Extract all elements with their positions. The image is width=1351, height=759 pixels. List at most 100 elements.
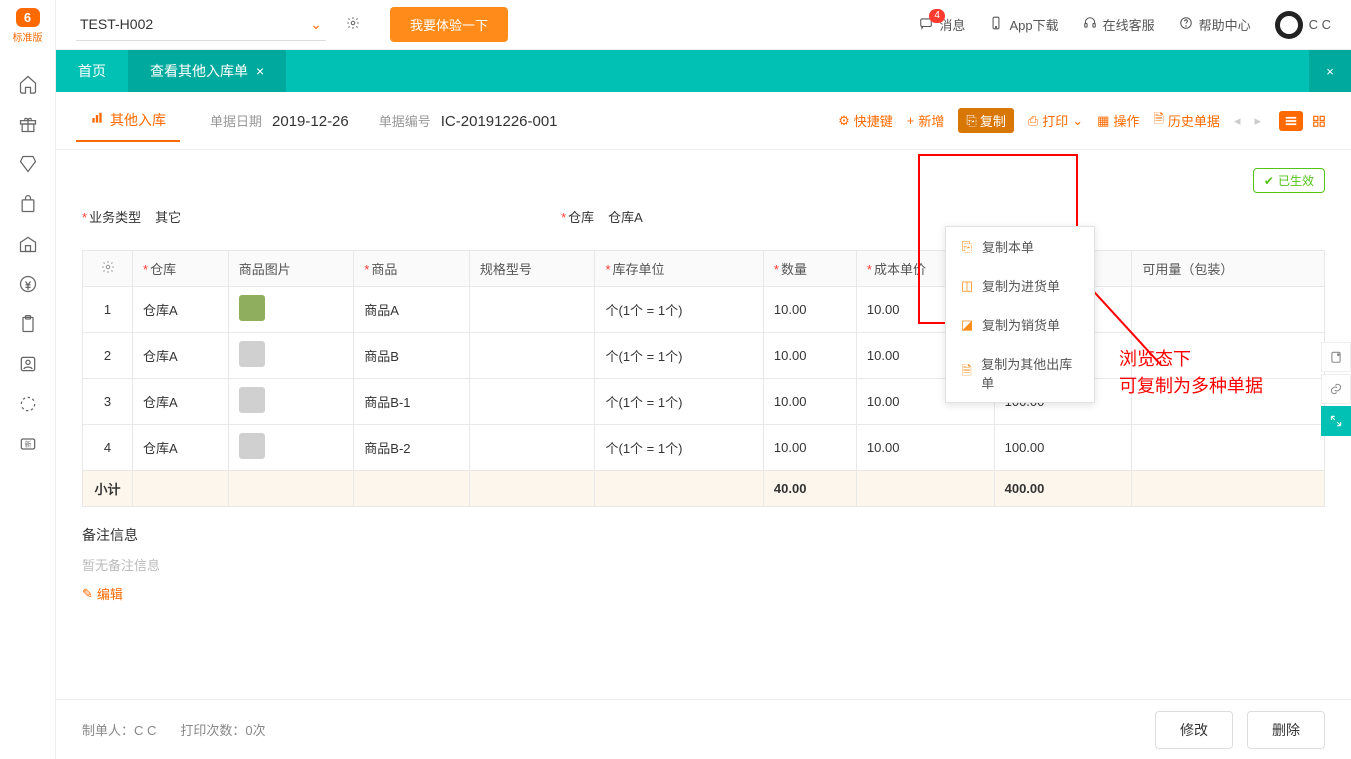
view-switch [1279, 111, 1331, 131]
sidebar-bag-icon[interactable] [8, 184, 48, 224]
topbar: TEST-H002 ⌄ 我要体验一下 消息 4 App下载 在线客服 [56, 0, 1351, 50]
table-row[interactable]: 4 仓库A 商品B-2 个(1个 = 1个) 10.00 10.00 100.0… [83, 425, 1325, 471]
close-icon[interactable]: × [256, 63, 264, 79]
copy-button[interactable]: ⎘ 复制 [958, 108, 1013, 133]
print-icon: ⎙ [1028, 113, 1038, 129]
history-button[interactable]: 🗎 历史单据 [1153, 110, 1219, 132]
chevron-down-icon: ⌄ [1072, 113, 1083, 129]
doc-date: 单据日期 2019-12-26 [210, 111, 349, 130]
sidebar: 6 标准版 新 [0, 0, 56, 759]
help-icon [1179, 16, 1193, 33]
sidebar-refresh-icon[interactable] [8, 384, 48, 424]
rail-note-icon[interactable] [1321, 342, 1351, 372]
print-button[interactable]: ⎙ 打印 ⌄ [1028, 111, 1083, 130]
sidebar-gift-icon[interactable] [8, 104, 48, 144]
content: 其他入库 单据日期 2019-12-26 单据编号 IC-20191226-00… [56, 92, 1351, 759]
biz-type-field: *业务类型 其它 [82, 207, 181, 226]
doc-code: 单据编号 IC-20191226-001 [379, 111, 558, 130]
copy-icon: ⎘ [966, 113, 976, 129]
sidebar-user-icon[interactable] [8, 344, 48, 384]
main: TEST-H002 ⌄ 我要体验一下 消息 4 App下载 在线客服 [56, 0, 1351, 759]
edit-remarks-button[interactable]: ✎ 编辑 [82, 584, 123, 603]
card-header: 其他入库 单据日期 2019-12-26 单据编号 IC-20191226-00… [56, 92, 1351, 150]
box-out-icon: ◪ [960, 318, 974, 332]
doc-icon: 🗎 [1153, 110, 1163, 132]
gear-icon: ⚙ [838, 113, 850, 129]
page-title: 其他入库 [110, 110, 166, 130]
list-view-button[interactable] [1279, 111, 1303, 131]
next-button[interactable]: ▸ [1254, 113, 1261, 129]
rail-expand-icon[interactable] [1321, 406, 1351, 436]
phone-icon [989, 16, 1003, 33]
experience-button[interactable]: 我要体验一下 [390, 7, 508, 42]
tab-home[interactable]: 首页 [56, 50, 128, 92]
sidebar-diamond-icon[interactable] [8, 144, 48, 184]
rail-link-icon[interactable] [1321, 374, 1351, 404]
headset-icon [1083, 16, 1097, 33]
dropdown-copy-this[interactable]: ⎘复制本单 [946, 227, 1094, 266]
sidebar-home-icon[interactable] [8, 64, 48, 104]
footer-info: 制单人：C C 打印次数：0次 [82, 720, 266, 739]
form-card: 其他入库 单据日期 2019-12-26 单据编号 IC-20191226-00… [56, 92, 1351, 759]
remarks-empty: 暂无备注信息 [82, 555, 1325, 574]
tenant-select[interactable]: TEST-H002 ⌄ [76, 9, 326, 41]
logo-icon: 6 [16, 8, 40, 27]
help-center-label: 帮助中心 [1199, 15, 1251, 34]
remarks-title: 备注信息 [82, 525, 1325, 545]
logo-text: 标准版 [13, 29, 43, 44]
page-title-tab[interactable]: 其他入库 [76, 100, 180, 142]
table-row[interactable]: 1 仓库A 商品A 个(1个 = 1个) 10.00 10.00 100.00 [83, 287, 1325, 333]
delete-button[interactable]: 删除 [1247, 711, 1325, 749]
card-view-button[interactable] [1307, 111, 1331, 131]
subtotal-row: 小计40.00400.00 [83, 471, 1325, 507]
close-all-tabs[interactable]: × [1309, 50, 1351, 92]
grid-icon: ▦ [1097, 113, 1109, 129]
product-thumbnail [239, 387, 265, 413]
logo[interactable]: 6 标准版 [10, 8, 46, 44]
operate-button[interactable]: ▦ 操作 [1097, 111, 1139, 130]
tabs-bar: 首页 查看其他入库单 × × [56, 50, 1351, 92]
copy-dropdown: ⎘复制本单 ◫复制为进货单 ◪复制为销货单 🗎复制为其他出库单 [945, 226, 1095, 403]
edit-icon: ✎ [82, 586, 93, 602]
dropdown-copy-other-out[interactable]: 🗎复制为其他出库单 [946, 344, 1094, 402]
user-menu[interactable]: C C [1275, 11, 1331, 39]
gear-icon[interactable] [346, 16, 360, 33]
modify-button[interactable]: 修改 [1155, 711, 1233, 749]
col-qty: *数量 [763, 251, 856, 287]
col-gear[interactable] [83, 251, 133, 287]
dropdown-copy-sales[interactable]: ◪复制为销货单 [946, 305, 1094, 344]
items-table: *仓库 商品图片 *商品 规格型号 *库存单位 *数量 *成本单价 *成本金额 … [82, 250, 1325, 507]
tab-current[interactable]: 查看其他入库单 × [128, 50, 286, 92]
col-spec: 规格型号 [469, 251, 595, 287]
warehouse-field: *仓库 仓库A [561, 207, 643, 226]
status-badge: ✔ 已生效 [1253, 168, 1325, 193]
help-center-button[interactable]: 帮助中心 [1179, 15, 1251, 34]
svg-text:新: 新 [24, 440, 31, 449]
sidebar-new-icon[interactable]: 新 [8, 424, 48, 464]
col-product: *商品 [354, 251, 470, 287]
table-row[interactable]: 3 仓库A 商品B-1 个(1个 = 1个) 10.00 10.00 100.0… [83, 379, 1325, 425]
plus-icon: + [907, 113, 915, 128]
app-download-label: App下载 [1009, 15, 1058, 34]
footer: 制单人：C C 打印次数：0次 修改 删除 [56, 699, 1351, 759]
check-icon: ✔ [1264, 174, 1274, 188]
app-download-button[interactable]: App下载 [989, 15, 1058, 34]
add-button[interactable]: + 新增 [907, 111, 945, 130]
shortcut-button[interactable]: ⚙ 快捷键 [838, 111, 893, 130]
right-rail [1321, 342, 1351, 436]
sidebar-warehouse-icon[interactable] [8, 224, 48, 264]
product-thumbnail [239, 433, 265, 459]
col-unit: *库存单位 [595, 251, 763, 287]
messages-badge: 4 [929, 9, 945, 23]
avatar [1275, 11, 1303, 39]
table-row[interactable]: 2 仓库A 商品B 个(1个 = 1个) 10.00 10.00 100.00 [83, 333, 1325, 379]
dropdown-copy-purchase[interactable]: ◫复制为进货单 [946, 266, 1094, 305]
messages-button[interactable]: 消息 4 [919, 15, 965, 34]
prev-button[interactable]: ◂ [1234, 113, 1241, 129]
col-stock: 可用量（包装） [1132, 251, 1325, 287]
sidebar-money-icon[interactable] [8, 264, 48, 304]
online-service-button[interactable]: 在线客服 [1083, 15, 1155, 34]
card-body: ✔ 已生效 *业务类型 其它 *仓库 仓库A [56, 150, 1351, 699]
col-warehouse: *仓库 [133, 251, 229, 287]
sidebar-clipboard-icon[interactable] [8, 304, 48, 344]
